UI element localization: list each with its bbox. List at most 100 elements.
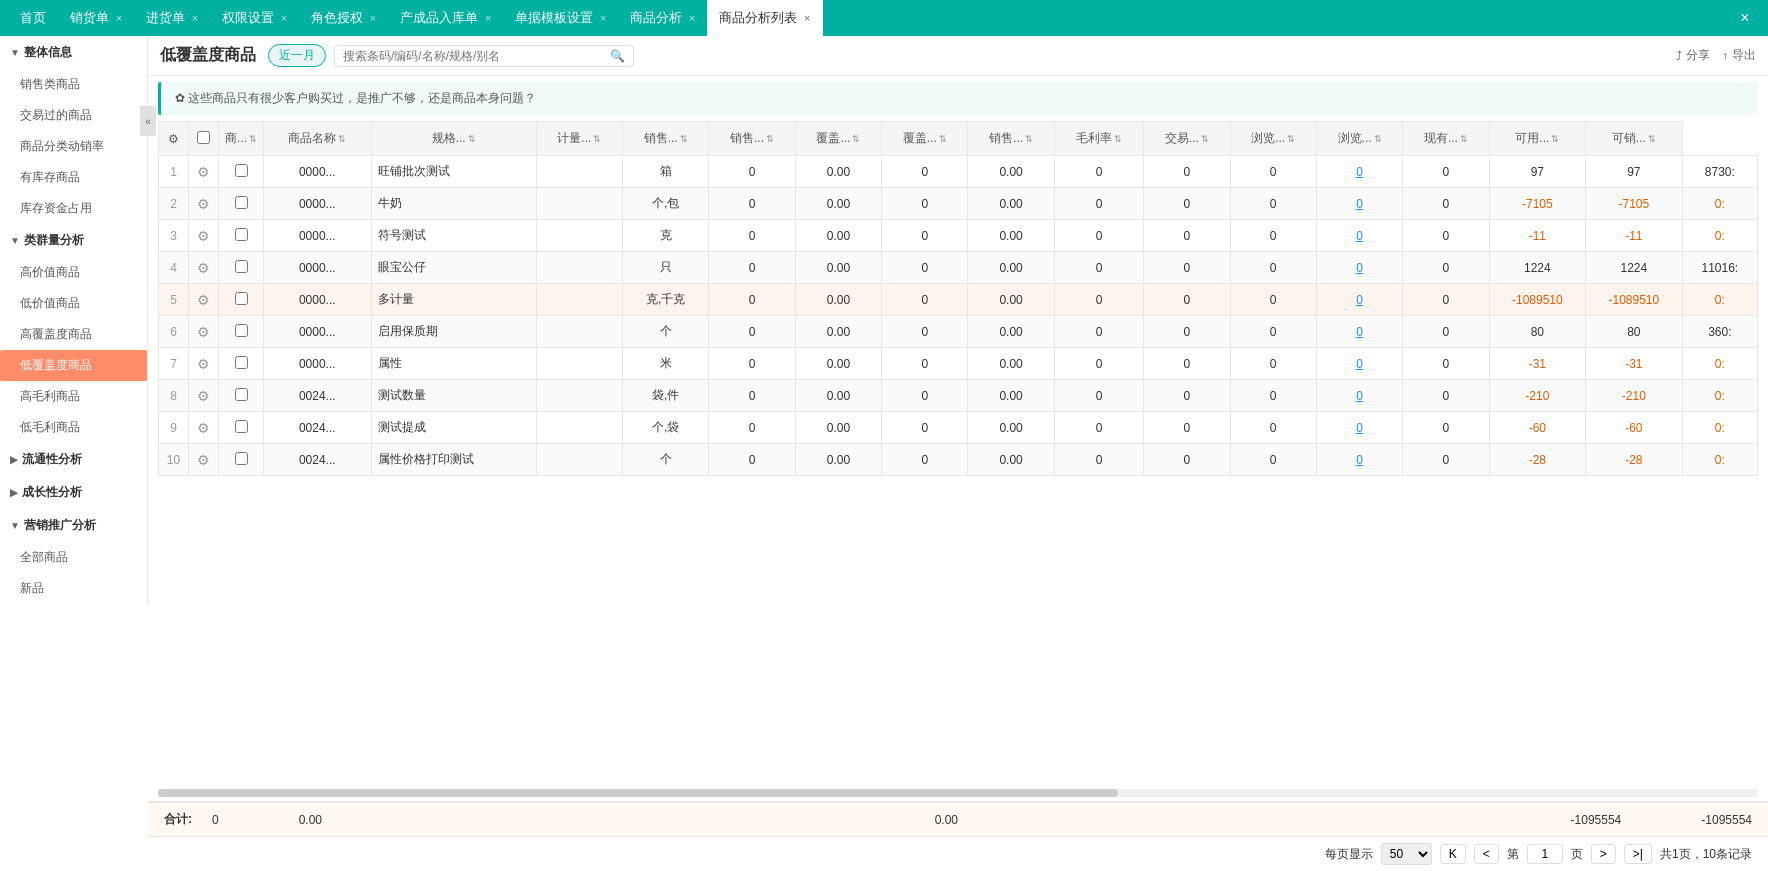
row-browse1[interactable]: 0 (1316, 380, 1402, 412)
col-sales-amt[interactable]: 销售...⇅ (709, 122, 795, 156)
checkbox-column-header[interactable] (189, 122, 219, 156)
row-checkbox-cell[interactable] (219, 220, 264, 252)
scrollbar-thumb[interactable] (158, 789, 1118, 797)
row-browse1[interactable]: 0 (1316, 252, 1402, 284)
sidebar-item-capital-usage[interactable]: 库存资金占用 (0, 193, 147, 224)
sidebar-collapse-button[interactable]: « (140, 106, 156, 136)
col-browse2[interactable]: 浏览...⇅ (1316, 122, 1402, 156)
select-all-checkbox[interactable] (197, 131, 210, 144)
row-checkbox-cell[interactable] (219, 252, 264, 284)
horizontal-scrollbar[interactable] (158, 789, 1758, 797)
sidebar-item-traded-goods[interactable]: 交易过的商品 (0, 100, 147, 131)
nav-products-in[interactable]: 产成品入库单 × (388, 0, 503, 36)
sidebar-item-sales-goods[interactable]: 销售类商品 (0, 69, 147, 100)
row-checkbox[interactable] (235, 356, 248, 369)
nav-product-analysis[interactable]: 商品分析 × (618, 0, 707, 36)
nav-permissions[interactable]: 权限设置 × (210, 0, 299, 36)
table-wrapper[interactable]: ⚙ 商...⇅ 商品名称⇅ 规格...⇅ 计量...⇅ 销售...⇅ 销售...… (148, 121, 1768, 789)
share-button[interactable]: ⤴ 分享 (1676, 47, 1710, 64)
col-coverage1[interactable]: 覆盖...⇅ (795, 122, 881, 156)
row-checkbox-cell[interactable] (219, 156, 264, 188)
row-checkbox-cell[interactable] (219, 284, 264, 316)
close-icon[interactable]: × (804, 12, 810, 24)
row-settings[interactable]: ⚙ (189, 156, 219, 188)
row-checkbox[interactable] (235, 260, 248, 273)
close-icon[interactable]: × (192, 12, 198, 24)
col-sellable[interactable]: 可销...⇅ (1586, 122, 1683, 156)
prev-page-button[interactable]: < (1474, 844, 1499, 864)
col-unit[interactable]: 计量...⇅ (536, 122, 622, 156)
close-icon[interactable]: × (485, 12, 491, 24)
col-available[interactable]: 可用...⇅ (1489, 122, 1586, 156)
row-browse1[interactable]: 0 (1316, 348, 1402, 380)
sidebar-section-marketing[interactable]: ▼ 营销推广分析 (0, 509, 147, 542)
sidebar-item-low-value[interactable]: 低价值商品 (0, 288, 147, 319)
row-checkbox[interactable] (235, 228, 248, 241)
sidebar-item-all-goods[interactable]: 全部商品 (0, 542, 147, 573)
first-page-button[interactable]: K (1440, 844, 1466, 864)
col-sales-qty[interactable]: 销售...⇅ (623, 122, 709, 156)
nav-home[interactable]: 首页 (8, 0, 58, 36)
col-coverage2[interactable]: 覆盖...⇅ (882, 122, 968, 156)
row-checkbox[interactable] (235, 420, 248, 433)
row-settings[interactable]: ⚙ (189, 348, 219, 380)
export-button[interactable]: ↑ 导出 (1722, 47, 1756, 64)
next-page-button[interactable]: > (1591, 844, 1616, 864)
close-icon[interactable]: × (600, 12, 606, 24)
page-number-input[interactable] (1527, 844, 1563, 864)
row-checkbox-cell[interactable] (219, 188, 264, 220)
close-icon[interactable]: × (281, 12, 287, 24)
row-browse1[interactable]: 0 (1316, 444, 1402, 476)
last-page-button[interactable]: >| (1624, 844, 1652, 864)
sidebar-section-cluster[interactable]: ▼ 类群量分析 (0, 224, 147, 257)
sidebar-item-low-coverage[interactable]: 低覆盖度商品 (0, 350, 147, 381)
nav-sales[interactable]: 销货单 × (58, 0, 134, 36)
sidebar-section-growth[interactable]: ▶ 成长性分析 (0, 476, 147, 509)
sidebar-item-stock-goods[interactable]: 有库存商品 (0, 162, 147, 193)
col-gross-margin[interactable]: 毛利率⇅ (1054, 122, 1143, 156)
nav-product-analysis-list[interactable]: 商品分析列表 × (707, 0, 822, 36)
col-code[interactable]: 商...⇅ (219, 122, 264, 156)
row-checkbox[interactable] (235, 388, 248, 401)
row-checkbox-cell[interactable] (219, 348, 264, 380)
sidebar-item-new-goods[interactable]: 新品 (0, 573, 147, 604)
nav-templates[interactable]: 单据模板设置 × (503, 0, 618, 36)
row-checkbox[interactable] (235, 292, 248, 305)
row-settings[interactable]: ⚙ (189, 412, 219, 444)
row-checkbox-cell[interactable] (219, 380, 264, 412)
row-checkbox-cell[interactable] (219, 412, 264, 444)
time-filter-month[interactable]: 近一月 (268, 44, 326, 67)
search-input[interactable] (343, 49, 606, 63)
row-browse1[interactable]: 0 (1316, 220, 1402, 252)
row-settings[interactable]: ⚙ (189, 252, 219, 284)
row-settings[interactable]: ⚙ (189, 316, 219, 348)
row-settings[interactable]: ⚙ (189, 380, 219, 412)
col-name[interactable]: 商品名称⇅ (264, 122, 372, 156)
col-browse1[interactable]: 浏览...⇅ (1230, 122, 1316, 156)
sidebar-item-high-margin[interactable]: 高毛利商品 (0, 381, 147, 412)
row-checkbox-cell[interactable] (219, 316, 264, 348)
row-checkbox[interactable] (235, 164, 248, 177)
row-browse1[interactable]: 0 (1316, 284, 1402, 316)
col-trade[interactable]: 交易...⇅ (1144, 122, 1230, 156)
row-settings[interactable]: ⚙ (189, 444, 219, 476)
col-current-stock[interactable]: 现有...⇅ (1403, 122, 1489, 156)
row-browse1[interactable]: 0 (1316, 188, 1402, 220)
row-checkbox[interactable] (235, 452, 248, 465)
row-browse1[interactable]: 0 (1316, 316, 1402, 348)
page-size-select[interactable]: 50 100 200 (1381, 843, 1432, 865)
sidebar-item-low-margin[interactable]: 低毛利商品 (0, 412, 147, 443)
row-browse1[interactable]: 0 (1316, 412, 1402, 444)
row-settings[interactable]: ⚙ (189, 188, 219, 220)
sidebar-item-high-coverage[interactable]: 高覆盖度商品 (0, 319, 147, 350)
close-icon[interactable]: × (689, 12, 695, 24)
row-checkbox[interactable] (235, 196, 248, 209)
col-spec[interactable]: 规格...⇅ (371, 122, 536, 156)
window-close-button[interactable]: × (1730, 9, 1760, 27)
sidebar-section-general[interactable]: ▼ 整体信息 (0, 36, 147, 69)
sidebar-item-high-value[interactable]: 高价值商品 (0, 257, 147, 288)
row-checkbox[interactable] (235, 324, 248, 337)
col-sales3[interactable]: 销售...⇅ (968, 122, 1054, 156)
row-settings[interactable]: ⚙ (189, 220, 219, 252)
row-checkbox-cell[interactable] (219, 444, 264, 476)
